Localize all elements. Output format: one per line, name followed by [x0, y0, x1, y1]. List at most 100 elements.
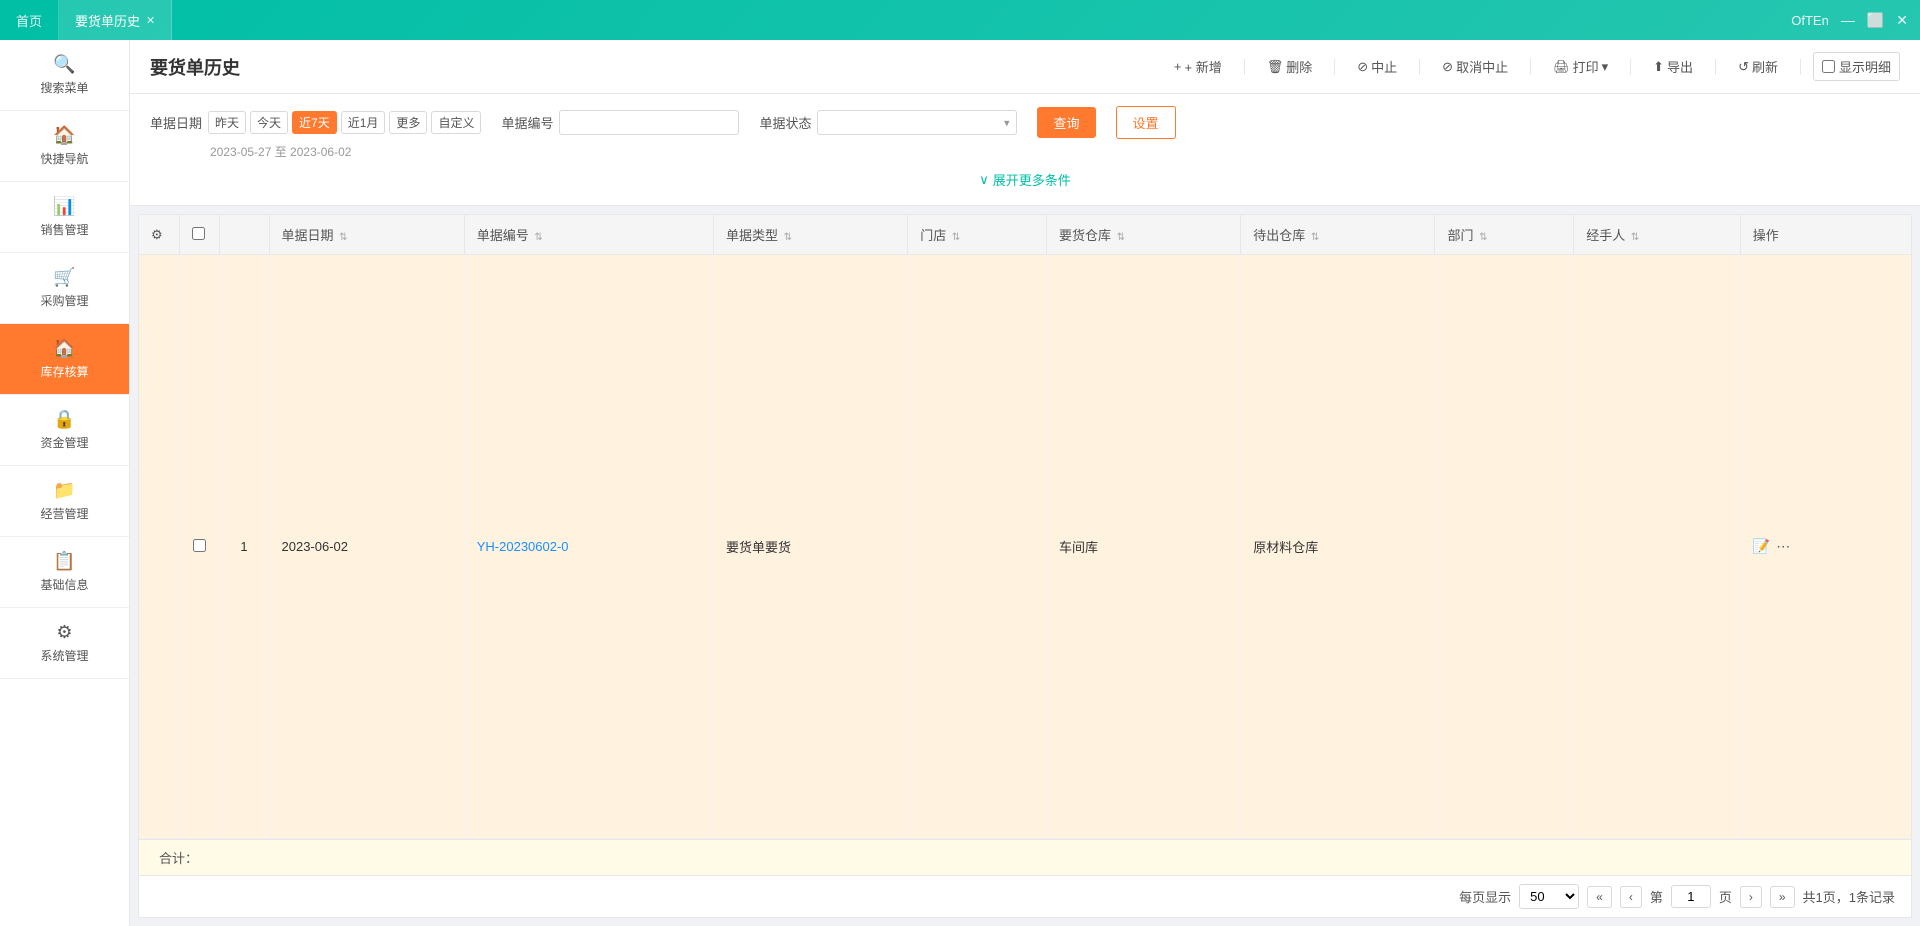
- sidebar-item-operations[interactable]: 📁 经营管理: [0, 466, 129, 537]
- sidebar-item-system[interactable]: ⚙ 系统管理: [0, 608, 129, 679]
- date-filter-buttons: 昨天 今天 近7天 近1月 更多 自定义: [208, 111, 481, 134]
- export-button[interactable]: ⬆ 导出: [1643, 52, 1703, 81]
- often-text: OfTEn: [1791, 13, 1829, 28]
- filter-row-1: 单据日期 昨天 今天 近7天 近1月 更多 自定义 单据编号: [150, 106, 1900, 139]
- th-department[interactable]: 部门 ⇅: [1435, 215, 1574, 255]
- date-btn-today[interactable]: 今天: [250, 111, 288, 134]
- status-select-wrapper: [817, 110, 1017, 135]
- settings-button[interactable]: 设置: [1116, 106, 1176, 139]
- print-button[interactable]: 🖨 打印 ▾: [1543, 52, 1618, 81]
- td-date: 2023-06-02: [269, 255, 464, 839]
- filter-date-label: 单据日期: [150, 113, 202, 132]
- delete-button[interactable]: 🗑 删除: [1257, 52, 1323, 81]
- expand-more-btn[interactable]: ∨ 展开更多条件: [150, 166, 1900, 193]
- first-page-btn[interactable]: «: [1587, 886, 1612, 908]
- th-number[interactable]: 单据编号 ⇅: [464, 215, 713, 255]
- sidebar-item-quick-nav[interactable]: 🏠 快捷导航: [0, 111, 129, 182]
- divider-1: [1244, 59, 1245, 75]
- expand-icon: ∨: [979, 172, 989, 188]
- sort-dept-icon: ⇅: [1479, 232, 1487, 243]
- prev-page-btn[interactable]: ‹: [1620, 886, 1642, 908]
- table-row: 1 2023-06-02 YH-20230602-0 要货单要货 车间库 原材料…: [139, 255, 1911, 839]
- export-icon: ⬆: [1653, 59, 1664, 75]
- row-more-icon[interactable]: ⋯: [1776, 538, 1790, 555]
- select-all-checkbox[interactable]: [192, 227, 205, 240]
- table-area: ⚙ 单据日期 ⇅ 单据编号 ⇅: [138, 214, 1912, 918]
- sidebar: 🔍 搜索菜单 🏠 快捷导航 📊 销售管理 🛒 采购管理 🏠 库存核算 🔒 资金管…: [0, 40, 130, 926]
- td-type: 要货单要货: [713, 255, 907, 839]
- th-pending-warehouse[interactable]: 待出仓库 ⇅: [1241, 215, 1435, 255]
- main-layout: 🔍 搜索菜单 🏠 快捷导航 📊 销售管理 🛒 采购管理 🏠 库存核算 🔒 资金管…: [0, 40, 1920, 926]
- total-info: 共1页，1条记录: [1803, 887, 1895, 906]
- display-detail-checkbox[interactable]: [1822, 60, 1835, 73]
- filter-doc-number: 单据编号: [501, 110, 739, 135]
- refresh-button[interactable]: ↺ 刷新: [1728, 52, 1788, 81]
- window-close-icon[interactable]: ✕: [1896, 12, 1908, 29]
- per-page-select[interactable]: 10 20 50 100: [1519, 884, 1579, 909]
- th-date[interactable]: 单据日期 ⇅: [269, 215, 464, 255]
- cancel-stop-button[interactable]: ⊘ 取消中止: [1432, 52, 1518, 81]
- td-pending-warehouse: 原材料仓库: [1241, 255, 1435, 839]
- tab-close-icon[interactable]: ✕: [146, 14, 155, 27]
- th-action: 操作: [1740, 215, 1911, 255]
- inventory-icon: 🏠: [53, 338, 75, 359]
- top-bar-right: OfTEn — ⬜ ✕: [1779, 12, 1920, 29]
- basic-info-icon: 📋: [53, 551, 75, 572]
- divider-7: [1800, 59, 1801, 75]
- date-btn-more[interactable]: 更多: [389, 111, 427, 134]
- top-bar: 首页 要货单历史 ✕ OfTEn — ⬜ ✕: [0, 0, 1920, 40]
- th-settings[interactable]: ⚙: [139, 215, 179, 255]
- last-page-btn[interactable]: »: [1770, 886, 1795, 908]
- table-header-row: ⚙ 单据日期 ⇅ 单据编号 ⇅: [139, 215, 1911, 255]
- stop-button[interactable]: ⊘ 中止: [1347, 52, 1407, 81]
- row-edit-icon[interactable]: 📝: [1753, 538, 1770, 555]
- tab-home[interactable]: 首页: [0, 0, 59, 40]
- display-detail-button[interactable]: 显示明细: [1813, 52, 1900, 81]
- sidebar-item-basic-info[interactable]: 📋 基础信息: [0, 537, 129, 608]
- divider-5: [1630, 59, 1631, 75]
- print-icon: 🖨: [1553, 59, 1570, 75]
- td-action: 📝 ⋯: [1740, 255, 1911, 839]
- date-btn-7days[interactable]: 近7天: [292, 111, 337, 134]
- document-status-select[interactable]: [817, 110, 1017, 135]
- sidebar-item-inventory[interactable]: 🏠 库存核算: [0, 324, 129, 395]
- th-request-warehouse[interactable]: 要货仓库 ⇅: [1046, 215, 1240, 255]
- sidebar-item-finance[interactable]: 🔒 资金管理: [0, 395, 129, 466]
- th-checkbox: [179, 215, 219, 255]
- divider-6: [1715, 59, 1716, 75]
- th-store[interactable]: 门店 ⇅: [908, 215, 1047, 255]
- new-button[interactable]: + + 新增: [1164, 52, 1232, 81]
- content-area: 要货单历史 + + 新增 🗑 删除 ⊘ 中止: [130, 40, 1920, 926]
- search-icon: 🔍: [53, 54, 75, 75]
- th-type[interactable]: 单据类型 ⇅: [713, 215, 907, 255]
- doc-number-link[interactable]: YH-20230602-0: [477, 539, 569, 554]
- sidebar-item-search[interactable]: 🔍 搜索菜单: [0, 40, 129, 111]
- date-btn-1month[interactable]: 近1月: [341, 111, 386, 134]
- row-actions: 📝 ⋯: [1753, 538, 1899, 555]
- data-table: ⚙ 单据日期 ⇅ 单据编号 ⇅: [139, 215, 1911, 839]
- sidebar-item-purchase[interactable]: 🛒 采购管理: [0, 253, 129, 324]
- date-btn-custom[interactable]: 自定义: [431, 111, 481, 134]
- td-store: [908, 255, 1047, 839]
- query-button[interactable]: 查询: [1037, 107, 1095, 138]
- td-row-settings: [139, 255, 179, 839]
- date-range-display: 2023-05-27 至 2023-06-02: [210, 143, 1900, 160]
- th-handler[interactable]: 经手人 ⇅: [1574, 215, 1741, 255]
- sales-icon: 📊: [53, 196, 75, 217]
- filter-area: 单据日期 昨天 今天 近7天 近1月 更多 自定义 单据编号: [130, 94, 1920, 206]
- tab-purchase-history[interactable]: 要货单历史 ✕: [59, 0, 172, 40]
- maximize-icon[interactable]: ⬜: [1867, 12, 1884, 29]
- operations-icon: 📁: [53, 480, 75, 501]
- next-page-btn[interactable]: ›: [1740, 886, 1762, 908]
- page-header: 要货单历史 + + 新增 🗑 删除 ⊘ 中止: [130, 40, 1920, 94]
- sidebar-item-sales[interactable]: 📊 销售管理: [0, 182, 129, 253]
- date-btn-yesterday[interactable]: 昨天: [208, 111, 246, 134]
- sort-pending-wh-icon: ⇅: [1311, 232, 1319, 243]
- td-handler: [1574, 255, 1741, 839]
- page-number-input[interactable]: 1: [1671, 885, 1711, 908]
- minimize-icon[interactable]: —: [1841, 12, 1855, 28]
- filter-doc-status-label: 单据状态: [759, 113, 811, 132]
- tab-bar: 首页 要货单历史 ✕: [0, 0, 1779, 40]
- row-checkbox[interactable]: [193, 539, 206, 552]
- document-number-input[interactable]: [559, 110, 739, 135]
